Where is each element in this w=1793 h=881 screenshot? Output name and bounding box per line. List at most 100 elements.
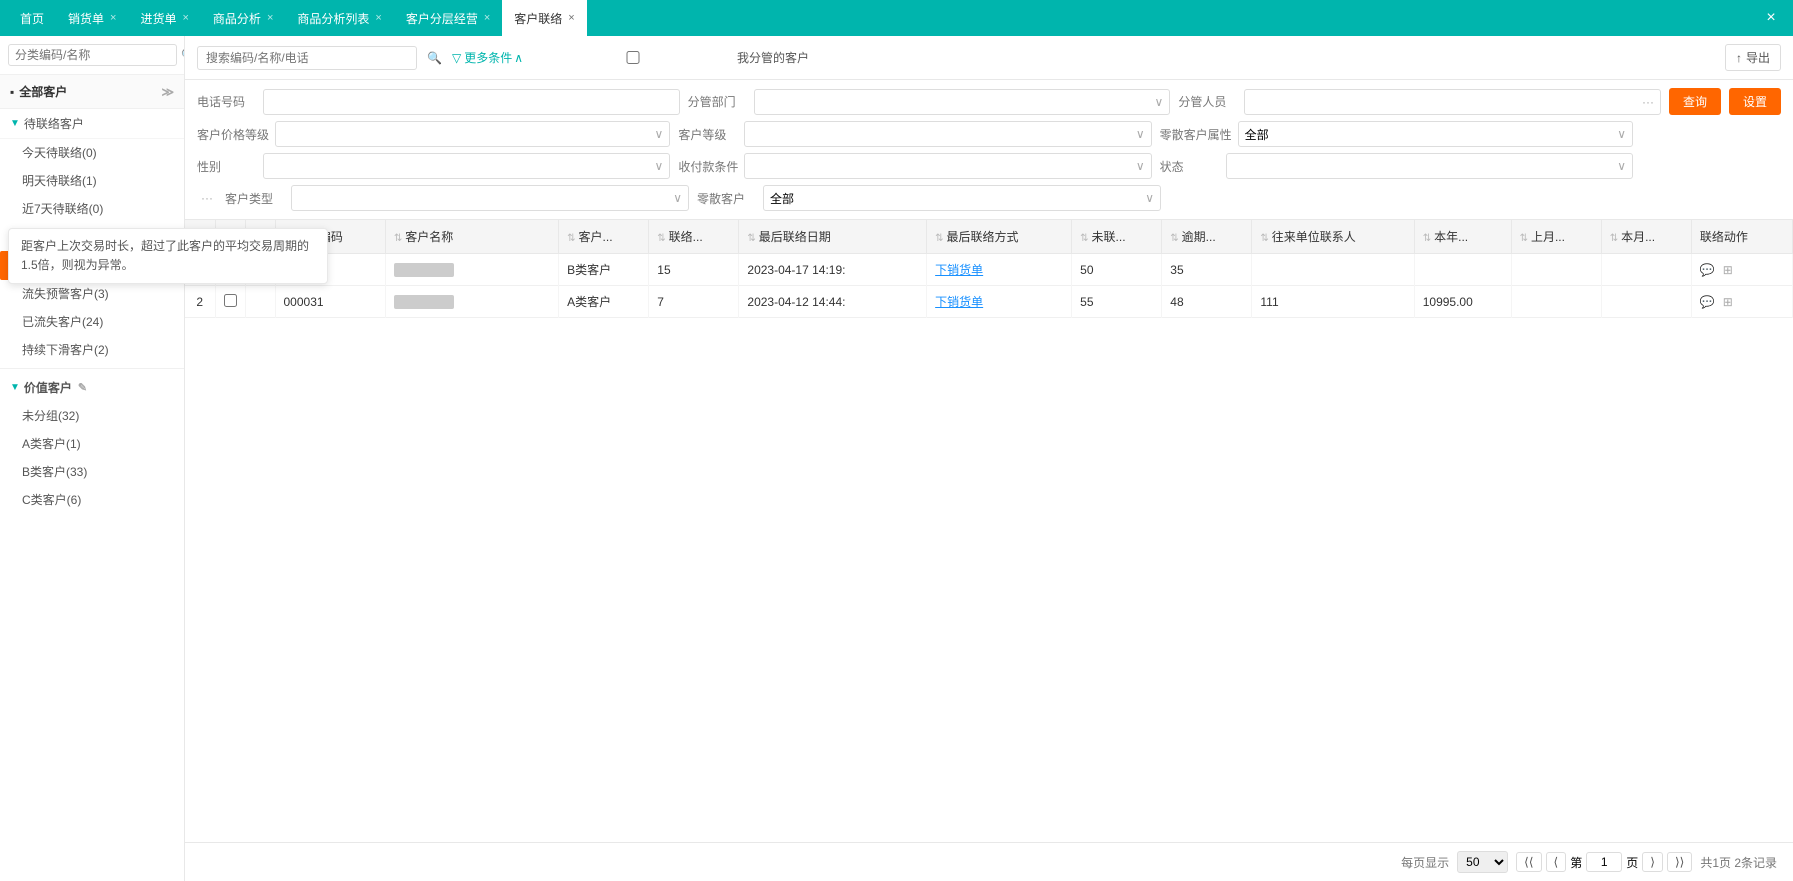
customer-type-field: 客户类型 ∨ xyxy=(225,185,689,211)
price-grade-select[interactable]: ∨ xyxy=(275,121,670,147)
row2-last-contact-method: 下销货单 xyxy=(927,286,1072,318)
filter-icon: ▽ xyxy=(452,51,461,65)
dept-select[interactable]: ∨ xyxy=(754,89,1171,115)
phone-field: 电话号码 xyxy=(197,89,680,115)
pending-contact-group[interactable]: ▼ 待联络客户 xyxy=(0,109,184,139)
query-button[interactable]: 查询 xyxy=(1669,88,1721,115)
col-overdue[interactable]: 逾期... xyxy=(1162,220,1252,254)
chevron-down-icon: ∧ xyxy=(514,51,523,65)
payment-select[interactable]: ∨ xyxy=(744,153,1151,179)
row2-no-contact: 55 xyxy=(1072,286,1162,318)
collapse-right-icon[interactable]: ≫ xyxy=(161,85,174,99)
close-product-analysis-list-icon[interactable]: × xyxy=(375,12,381,24)
edit-icon[interactable]: ✎ xyxy=(78,381,87,394)
close-sales-order-icon[interactable]: × xyxy=(110,12,116,24)
per-page-select[interactable]: 50 20 100 xyxy=(1457,851,1508,873)
payment-chevron-icon: ∨ xyxy=(1136,159,1145,173)
row2-actions: 💬 ⊞ xyxy=(1691,286,1792,318)
phone-input[interactable] xyxy=(263,89,680,115)
row2-name-blurred xyxy=(394,295,454,309)
page-number-input[interactable] xyxy=(1586,852,1622,872)
row2-category: A类客户 xyxy=(559,286,649,318)
first-page-button[interactable]: ⟨⟨ xyxy=(1516,852,1541,872)
sidebar-item-already-lost[interactable]: 已流失客户(24) xyxy=(0,308,184,336)
sidebar-item-tomorrow[interactable]: 明天待联络(1) xyxy=(0,167,184,195)
filter-row-3: 性别 ∨ 收付款条件 ∨ 状态 xyxy=(197,153,1781,179)
expand-icon[interactable]: ▪ xyxy=(10,85,14,99)
export-icon: ↑ xyxy=(1736,51,1742,65)
manager-select[interactable]: ··· xyxy=(1244,89,1661,115)
sidebar-search-input[interactable] xyxy=(8,44,177,66)
retail-customer-field: 零散客户 全部 ∨ xyxy=(697,185,1161,211)
row1-category: B类客户 xyxy=(559,254,649,286)
nav-product-analysis[interactable]: 商品分析 × xyxy=(201,0,285,36)
close-product-analysis-icon[interactable]: × xyxy=(267,12,273,24)
status-chevron-icon: ∨ xyxy=(1617,159,1626,173)
dept-chevron-icon: ∨ xyxy=(1155,95,1164,109)
settings-button[interactable]: 设置 xyxy=(1729,88,1781,115)
nav-product-analysis-list[interactable]: 商品分析列表 × xyxy=(285,0,393,36)
sidebar-item-a-class[interactable]: A类客户(1) xyxy=(0,430,184,458)
all-customers-header[interactable]: ▪ 全部客户 ≫ xyxy=(0,75,184,109)
row2-checkbox[interactable] xyxy=(224,294,237,307)
customer-type-chevron-icon: ∨ xyxy=(673,191,682,205)
col-contact[interactable]: 联络... xyxy=(649,220,739,254)
col-this-year[interactable]: 本年... xyxy=(1414,220,1511,254)
sidebar-item-unclassified[interactable]: 未分组(32) xyxy=(0,402,184,430)
col-name[interactable]: 客户名称 xyxy=(385,220,558,254)
col-last-month[interactable]: 上月... xyxy=(1511,220,1601,254)
close-purchase-order-icon[interactable]: × xyxy=(182,12,188,24)
search-input[interactable] xyxy=(197,46,417,70)
gender-chevron-icon: ∨ xyxy=(655,159,664,173)
sidebar-item-today[interactable]: 今天待联络(0) xyxy=(0,139,184,167)
more-dots[interactable]: ··· xyxy=(197,191,217,205)
more-conditions-button[interactable]: ▽ 更多条件 ∧ xyxy=(452,49,523,66)
dept-field: 分管部门 ∨ xyxy=(688,89,1171,115)
row2-last-contact-date: 2023-04-12 14:44: xyxy=(739,286,927,318)
sidebar-item-keep-declining[interactable]: 持续下滑客户(2) xyxy=(0,336,184,364)
nav-home[interactable]: 首页 xyxy=(8,0,56,36)
row1-this-year xyxy=(1414,254,1511,286)
export-button[interactable]: ↑ 导出 xyxy=(1725,44,1781,71)
customer-type-select[interactable]: ∨ xyxy=(291,185,689,211)
sidebar-item-c-class[interactable]: C类客户(6) xyxy=(0,486,184,514)
content-area: 🔍 ▽ 更多条件 ∧ 我分管的客户 ↑ 导出 电话号码 xyxy=(185,36,1793,881)
col-category[interactable]: 客户... xyxy=(559,220,649,254)
retail-customer-select[interactable]: 全部 ∨ xyxy=(763,185,1161,211)
col-last-contact-date[interactable]: 最后联络日期 xyxy=(739,220,927,254)
nav-sales-order[interactable]: 销货单 × xyxy=(56,0,128,36)
status-select[interactable]: ∨ xyxy=(1226,153,1633,179)
filter-search-button[interactable]: 🔍 xyxy=(427,51,442,65)
sidebar-item-b-class[interactable]: B类客户(33) xyxy=(0,458,184,486)
col-no-contact[interactable]: 未联... xyxy=(1072,220,1162,254)
retail-attr-select[interactable]: 全部 ∨ xyxy=(1238,121,1633,147)
nav-purchase-order[interactable]: 进货单 × xyxy=(128,0,200,36)
col-actions: 联络动作 xyxy=(1691,220,1792,254)
my-customer-checkbox[interactable] xyxy=(533,51,733,64)
row2-unit-contact: 111 xyxy=(1252,286,1414,318)
row2-action-icon1[interactable]: 💬 xyxy=(1700,295,1715,309)
nav-customer-layered[interactable]: 客户分层经营 × xyxy=(394,0,502,36)
customer-grade-select[interactable]: ∨ xyxy=(744,121,1151,147)
gender-select[interactable]: ∨ xyxy=(263,153,670,179)
sidebar-item-7days[interactable]: 近7天待联络(0) xyxy=(0,195,184,223)
row1-action-icon1[interactable]: 💬 xyxy=(1700,263,1715,277)
top-nav: 首页 销货单 × 进货单 × 商品分析 × 商品分析列表 × 客户分层经营 × … xyxy=(0,0,1793,36)
window-close-button[interactable]: × xyxy=(1757,4,1785,32)
col-unit-contact[interactable]: 往来单位联系人 xyxy=(1252,220,1414,254)
table-area: ⚙ 客户编码 客户名称 客户... 联络... 最后联络日期 最后联络方式 未联… xyxy=(185,220,1793,842)
last-page-button[interactable]: ⟩⟩ xyxy=(1667,852,1692,872)
close-customer-layered-icon[interactable]: × xyxy=(484,12,490,24)
prev-page-button[interactable]: ⟨ xyxy=(1546,852,1567,872)
col-this-month[interactable]: 本月... xyxy=(1601,220,1691,254)
row1-last-contact-link[interactable]: 下销货单 xyxy=(935,263,983,277)
row2-this-year: 10995.00 xyxy=(1414,286,1511,318)
row2-last-contact-link[interactable]: 下销货单 xyxy=(935,295,983,309)
col-last-contact-method[interactable]: 最后联络方式 xyxy=(927,220,1072,254)
close-customer-contact-icon[interactable]: × xyxy=(568,12,574,24)
value-customer-group[interactable]: ▼ 价值客户 ✎ xyxy=(0,373,184,402)
nav-customer-contact[interactable]: 客户联络 × xyxy=(502,0,586,36)
row2-action-icon2[interactable]: ⊞ xyxy=(1723,295,1733,309)
next-page-button[interactable]: ⟩ xyxy=(1642,852,1663,872)
row1-action-icon2[interactable]: ⊞ xyxy=(1723,263,1733,277)
